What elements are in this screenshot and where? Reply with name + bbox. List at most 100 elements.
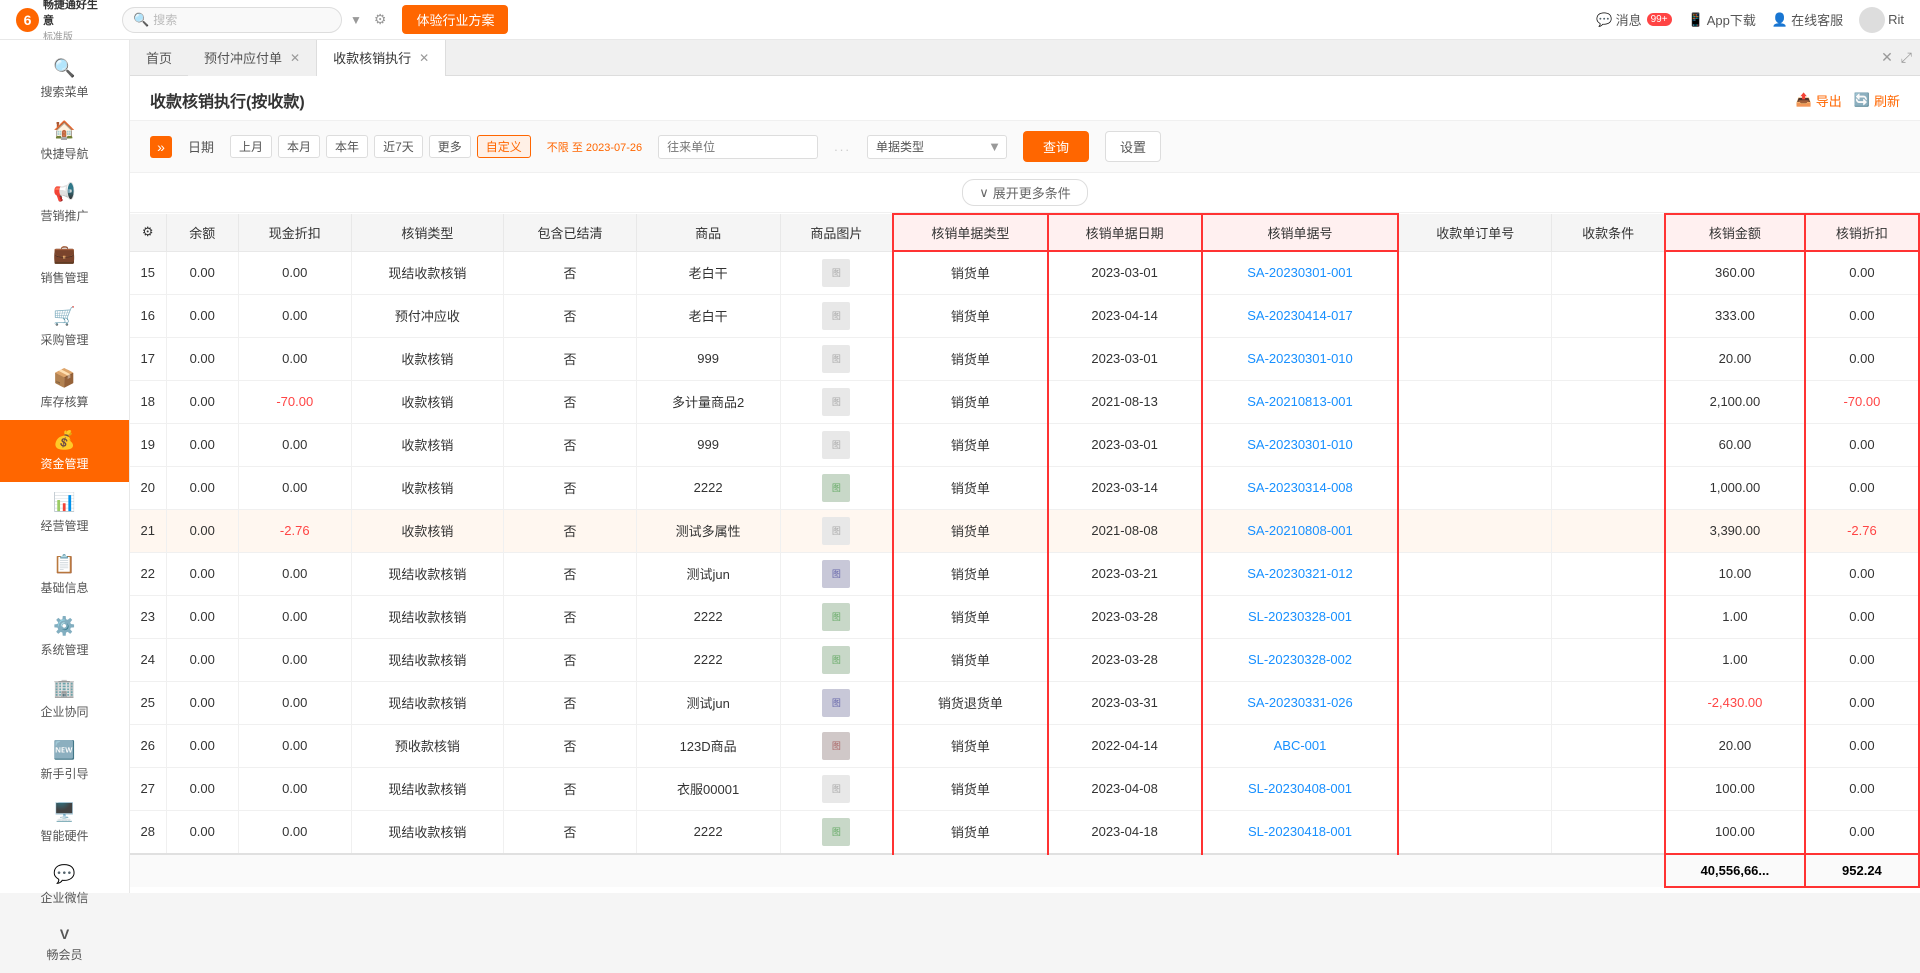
cell-verify-doc-no: SA-20230301-001 [1202,251,1399,294]
messages-link[interactable]: 💬 消息 99+ [1596,10,1671,29]
doc-no-link[interactable]: SA-20230321-012 [1247,566,1353,581]
app-download-link[interactable]: 📱 App下载 [1688,10,1756,29]
sidebar-item-inventory[interactable]: 📦 库存核算 [0,358,129,420]
doc-type-select[interactable]: 单据类型 [867,135,1007,159]
sidebar-item-system[interactable]: ⚙️ 系统管理 [0,606,129,668]
cell-verify-amount: 100.00 [1665,767,1805,810]
cell-verify-type: 现结收款核销 [351,552,504,595]
cell-include-settled: 否 [504,810,637,854]
date-more[interactable]: 更多 [429,135,471,158]
expand-more-conditions-button[interactable]: ∨ 展开更多条件 [962,179,1088,206]
cell-receipt-condition [1552,638,1665,681]
footer-verify-discount: 952.24 [1805,854,1919,887]
date-range-display: 不限 至 2023-07-26 [547,139,642,155]
search-dropdown-arrow[interactable]: ▼ [350,13,362,27]
doc-no-link[interactable]: ABC-001 [1274,738,1327,753]
industry-solution-button[interactable]: 体验行业方案 [402,5,508,34]
counterpart-input[interactable] [658,135,818,159]
cell-verify-type: 收款核销 [351,466,504,509]
cell-verify-type: 收款核销 [351,423,504,466]
sidebar-item-purchase[interactable]: 🛒 采购管理 [0,296,129,358]
refresh-button[interactable]: 🔄 刷新 [1854,91,1900,110]
tab-restore-icon[interactable]: ⤢ [1901,49,1912,66]
cell-verify-discount: -2.76 [1805,509,1919,552]
sidebar-item-sales[interactable]: 💼 销售管理 [0,234,129,296]
cell-verify-amount: 360.00 [1665,251,1805,294]
sidebar-item-marketing[interactable]: 📢 营销推广 [0,172,129,234]
tab-close-receipt-verify[interactable]: ✕ [419,51,429,65]
avatar [1859,7,1885,33]
sidebar-item-member[interactable]: V 畅会员 [0,916,129,973]
doc-type-select-wrapper: 单据类型 ▼ [867,135,1007,159]
doc-no-link[interactable]: SA-20210813-001 [1247,394,1353,409]
cell-receipt-order-no [1398,423,1551,466]
cell-balance: 0.00 [166,810,238,854]
sidebar-item-enterprise[interactable]: 🏢 企业协同 [0,668,129,730]
date-last-month[interactable]: 上月 [230,135,272,158]
wechat-icon: 💬 [53,864,75,885]
query-button[interactable]: 查询 [1023,131,1089,162]
col-settings[interactable]: ⚙ [130,214,166,251]
cell-verify-doc-date: 2023-03-21 [1048,552,1202,595]
cell-goods-img: 图 [780,638,893,681]
cell-verify-doc-no: SL-20230408-001 [1202,767,1399,810]
table-row: 19 0.00 0.00 收款核销 否 999 图 销货单 2023-03-01… [130,423,1919,466]
date-custom[interactable]: 自定义 [477,135,531,158]
date-this-year[interactable]: 本年 [326,135,368,158]
user-profile[interactable]: Rit [1859,7,1904,33]
online-service-link[interactable]: 👤 在线客服 [1772,10,1843,29]
cell-verify-doc-no: ABC-001 [1202,724,1399,767]
export-button[interactable]: 📤 导出 [1796,91,1842,110]
chevron-down-icon: ∨ [979,185,989,201]
doc-no-link[interactable]: SL-20230418-001 [1248,824,1352,839]
doc-no-link[interactable]: SA-20230331-026 [1247,695,1353,710]
sidebar-item-guide[interactable]: 🆕 新手引导 [0,730,129,792]
doc-no-link[interactable]: SA-20230414-017 [1247,308,1353,323]
table-row: 28 0.00 0.00 现结收款核销 否 2222 图 销货单 2023-04… [130,810,1919,854]
cell-verify-doc-date: 2021-08-08 [1048,509,1202,552]
doc-no-link[interactable]: SA-20230314-008 [1247,480,1353,495]
cell-verify-doc-no: SA-20230301-010 [1202,423,1399,466]
settings-button[interactable]: 设置 [1105,131,1161,162]
cell-cash-discount: 0.00 [238,681,351,724]
doc-no-link[interactable]: SA-20210808-001 [1247,523,1353,538]
sidebar-item-search-menu[interactable]: 🔍 搜索菜单 [0,48,129,110]
sidebar-item-hardware[interactable]: 🖥️ 智能硬件 [0,792,129,854]
doc-no-link[interactable]: SL-20230328-002 [1248,652,1352,667]
cell-verify-discount: 0.00 [1805,767,1919,810]
main-area: 首页 预付冲应付单 ✕ 收款核销执行 ✕ ✕ ⤢ 收款核销执行(按收款) 📤 [130,40,1920,893]
cell-cash-discount: 0.00 [238,552,351,595]
col-goods-img: 商品图片 [780,214,893,251]
cell-verify-discount: 0.00 [1805,638,1919,681]
date-last-7days[interactable]: 近7天 [374,135,423,158]
sidebar-item-wechat[interactable]: 💬 企业微信 [0,854,129,916]
cell-verify-doc-no: SA-20230314-008 [1202,466,1399,509]
table-row: 24 0.00 0.00 现结收款核销 否 2222 图 销货单 2023-03… [130,638,1919,681]
cell-cash-discount: 0.00 [238,466,351,509]
settings-gear-icon[interactable]: ⚙ [374,11,387,28]
sidebar-item-operations[interactable]: 📊 经营管理 [0,482,129,544]
sidebar-item-finance[interactable]: 💰 资金管理 [0,420,129,482]
tab-receipt-verify[interactable]: 收款核销执行 ✕ [317,40,446,76]
sidebar-item-basic-info[interactable]: 📋 基础信息 [0,544,129,606]
tab-home[interactable]: 首页 [130,40,188,76]
page-actions: 📤 导出 🔄 刷新 [1796,91,1900,110]
tab-prepay[interactable]: 预付冲应付单 ✕ [188,40,317,76]
doc-no-link[interactable]: SA-20230301-001 [1247,265,1353,280]
table-row: 27 0.00 0.00 现结收款核销 否 衣服00001 图 销货单 2023… [130,767,1919,810]
cell-verify-doc-type: 销货单 [893,595,1047,638]
cell-goods: 2222 [636,810,780,854]
cell-verify-discount: 0.00 [1805,251,1919,294]
sidebar-item-quick-nav[interactable]: 🏠 快捷导航 [0,110,129,172]
doc-no-link[interactable]: SL-20230408-001 [1248,781,1352,796]
search-box[interactable]: 🔍 搜索 [122,7,342,33]
date-this-month[interactable]: 本月 [278,135,320,158]
filter-expand-button[interactable]: » [150,136,172,158]
doc-no-link[interactable]: SL-20230328-001 [1248,609,1352,624]
tab-close-all-icon[interactable]: ✕ [1881,49,1893,66]
tab-close-prepay[interactable]: ✕ [290,51,300,65]
doc-no-link[interactable]: SA-20230301-010 [1247,351,1353,366]
cell-verify-doc-type: 销货单 [893,380,1047,423]
inventory-icon: 📦 [53,368,75,389]
doc-no-link[interactable]: SA-20230301-010 [1247,437,1353,452]
